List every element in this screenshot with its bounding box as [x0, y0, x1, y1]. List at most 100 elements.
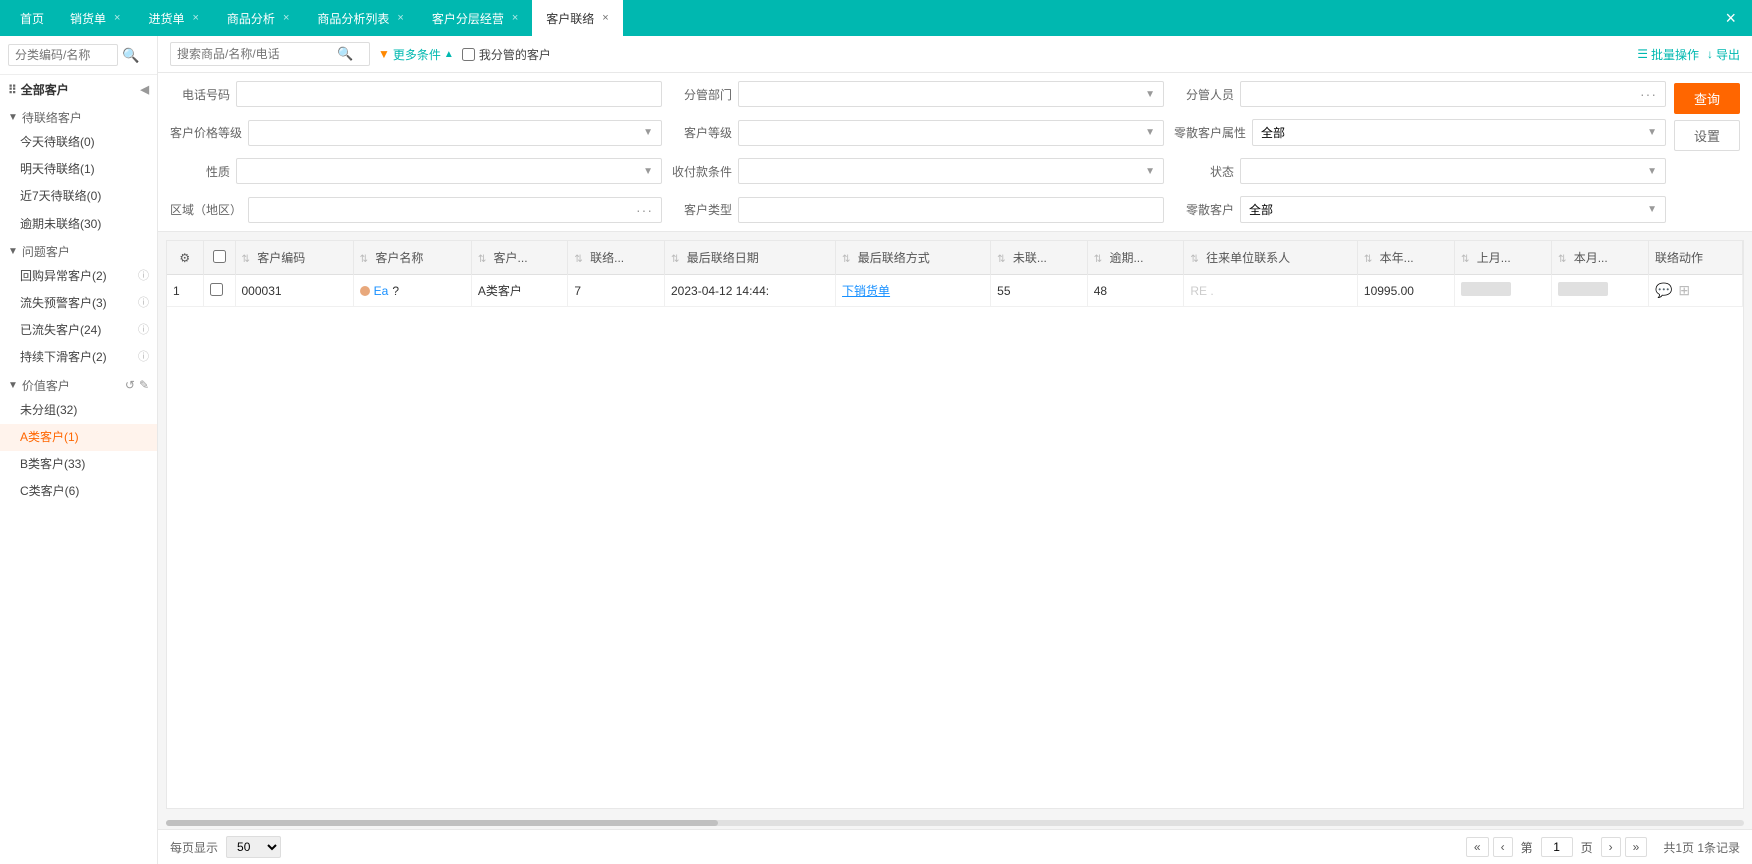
filter-customer-level-dropdown[interactable]: ▼	[738, 120, 1164, 146]
horizontal-scrollbar[interactable]	[158, 817, 1752, 829]
filter-row-2: 客户价格等级 ▼ 客户等级 ▼	[170, 119, 1666, 146]
edit-icon[interactable]: ✎	[139, 378, 149, 392]
export-button[interactable]: ↓ 导出	[1707, 46, 1740, 63]
sidebar: 🔍 ⠿ 全部客户 ◀ ▼ 待联络客户 今天待联络(0) 明天待联络(1) 近7天…	[0, 36, 158, 864]
nav-tab-purchase[interactable]: 进货单 ×	[134, 0, 212, 36]
per-page-select[interactable]: 50 100 200	[226, 836, 281, 858]
col-last-contact-date[interactable]: ⇅ 最后联络日期	[665, 241, 836, 275]
sidebar-item-churn-warning[interactable]: 流失预警客户(3) ⓘ	[0, 290, 157, 317]
filter-dept-dropdown[interactable]: ▼	[738, 81, 1164, 107]
contact-method-link[interactable]: 下销货单	[842, 284, 890, 298]
filter-region-input[interactable]: ···	[248, 197, 662, 223]
customer-name[interactable]: Ea	[374, 284, 389, 298]
nav-close-purchase[interactable]: ×	[192, 12, 198, 24]
filter-more-conditions[interactable]: ▼ 更多条件 ▲	[378, 46, 454, 63]
sidebar-item-7days-contact[interactable]: 近7天待联络(0)	[0, 183, 157, 210]
nav-tab-goods-analysis-list[interactable]: 商品分析列表 ×	[303, 0, 417, 36]
sidebar-item-repurchase-abnormal[interactable]: 回购异常客户(2) ⓘ	[0, 263, 157, 290]
col-contact-count[interactable]: ⇅ 联络...	[568, 241, 665, 275]
prev-page-btn[interactable]: ‹	[1493, 837, 1513, 857]
next-page-btn[interactable]: ›	[1601, 837, 1621, 857]
filter-payment-dropdown[interactable]: ▼	[738, 158, 1164, 184]
col-customer-code[interactable]: ⇅ 客户编码	[235, 241, 353, 275]
filter-retail-attr-dropdown[interactable]: 全部 ▼	[1252, 119, 1666, 146]
sidebar-item-a-class[interactable]: A类客户(1)	[0, 424, 157, 451]
batch-op-button[interactable]: ☰ 批量操作	[1637, 46, 1699, 63]
col-year-label: 本年...	[1380, 251, 1414, 265]
collapse-icon[interactable]: ◀	[141, 83, 149, 96]
nav-tab-goods-analysis[interactable]: 商品分析 ×	[213, 0, 303, 36]
filter-search-icon[interactable]: 🔍	[337, 46, 353, 62]
sidebar-item-churned[interactable]: 已流失客户(24) ⓘ	[0, 317, 157, 344]
filter-price-level-dropdown[interactable]: ▼	[248, 120, 662, 146]
nav-close-customer-layer[interactable]: ×	[512, 12, 518, 24]
nav-tab-home[interactable]: 首页	[8, 0, 56, 36]
info-icon-churned: ⓘ	[138, 322, 149, 340]
nav-close-sales[interactable]: ×	[114, 12, 120, 24]
col-checkbox	[203, 241, 235, 275]
row-checkbox[interactable]	[210, 283, 223, 296]
col-unit-contact[interactable]: ⇅ 往来单位联系人	[1184, 241, 1358, 275]
my-customers-checkbox[interactable]	[462, 48, 475, 61]
filter-row-1: 电话号码 分管部门 ▼	[170, 81, 1666, 107]
filter-customer-type-input[interactable]	[738, 197, 1164, 223]
page-input[interactable]	[1541, 837, 1573, 857]
sidebar-search-icon[interactable]: 🔍	[122, 47, 139, 64]
info-icon-churn-warning: ⓘ	[138, 295, 149, 313]
sidebar-item-today-contact[interactable]: 今天待联络(0)	[0, 129, 157, 156]
qr-action-icon[interactable]: ⊞	[1678, 282, 1690, 299]
settings-button[interactable]: 设置	[1674, 120, 1740, 151]
col-overdue-days[interactable]: ⇅ 逾期...	[1087, 241, 1184, 275]
col-name-label: 客户名称	[375, 251, 423, 265]
col-current-year[interactable]: ⇅ 本年...	[1357, 241, 1454, 275]
nav-tab-sales[interactable]: 销货单 ×	[56, 0, 134, 36]
retail-customer-dropdown-arrow: ▼	[1647, 204, 1657, 215]
col-last-month[interactable]: ⇅ 上月...	[1454, 241, 1551, 275]
filter-status-dropdown[interactable]: ▼	[1240, 158, 1666, 184]
sidebar-item-ungrouped[interactable]: 未分组(32)	[0, 397, 157, 424]
refresh-icon[interactable]: ↺	[125, 378, 135, 392]
nav-tab-customer-contact[interactable]: 客户联络 ×	[532, 0, 622, 36]
filter-nature-dropdown[interactable]: ▼	[236, 158, 662, 184]
filter-search-input[interactable]	[177, 47, 337, 61]
select-all-checkbox[interactable]	[213, 250, 226, 263]
row-action-buttons: 💬 ⊞	[1655, 282, 1736, 299]
first-page-btn[interactable]: «	[1466, 837, 1489, 857]
col-last-contact-method[interactable]: ⇅ 最后联络方式	[836, 241, 991, 275]
query-button[interactable]: 查询	[1674, 83, 1740, 114]
row-last-month	[1454, 275, 1551, 307]
col-customer-type[interactable]: ⇅ 客户...	[471, 241, 568, 275]
col-settings[interactable]: ⚙	[167, 241, 203, 275]
nav-close-customer-contact[interactable]: ×	[602, 12, 608, 24]
nav-tab-customer-contact-label: 客户联络	[546, 10, 594, 27]
row-actions-cell: 💬 ⊞	[1648, 275, 1742, 307]
nav-close-goods-analysis-list[interactable]: ×	[397, 12, 403, 24]
sidebar-item-b-class[interactable]: B类客户(33)	[0, 451, 157, 478]
scrollbar-thumb[interactable]	[166, 820, 718, 826]
sidebar-item-c-class[interactable]: C类客户(6)	[0, 478, 157, 505]
row-code: 000031	[235, 275, 353, 307]
sidebar-item-declining[interactable]: 持续下滑客户(2) ⓘ	[0, 344, 157, 371]
sort-icon-overdue: ⇅	[1094, 254, 1102, 265]
all-customers-label: 全部客户	[21, 81, 69, 98]
total-records: 共1页 1条记录	[1663, 839, 1740, 856]
nav-close-all[interactable]: ×	[1717, 8, 1744, 29]
row-customer-type: A类客户	[471, 275, 568, 307]
nav-close-goods-analysis[interactable]: ×	[283, 12, 289, 24]
last-page-btn[interactable]: »	[1625, 837, 1648, 857]
sidebar-search-input[interactable]	[8, 44, 118, 66]
sidebar-group-problem-customers[interactable]: ▼ 问题客户	[0, 238, 157, 263]
filter-retail-customer-dropdown[interactable]: 全部 ▼	[1240, 196, 1666, 223]
col-no-contact-days[interactable]: ⇅ 未联...	[991, 241, 1088, 275]
sidebar-item-tomorrow-contact[interactable]: 明天待联络(1)	[0, 156, 157, 183]
sidebar-all-customers[interactable]: ⠿ 全部客户 ◀	[0, 75, 157, 104]
sidebar-item-overdue-contact[interactable]: 逾期未联络(30)	[0, 211, 157, 238]
sidebar-group-pending-contact[interactable]: ▼ 待联络客户	[0, 104, 157, 129]
filter-manager-input[interactable]: ···	[1240, 81, 1666, 107]
col-customer-name[interactable]: ⇅ 客户名称	[353, 241, 471, 275]
nav-tab-customer-layer[interactable]: 客户分层经营 ×	[418, 0, 532, 36]
filter-status-label: 状态	[1174, 163, 1234, 180]
filter-phone-input[interactable]	[236, 81, 662, 107]
col-current-month[interactable]: ⇅ 本月...	[1551, 241, 1648, 275]
chat-action-icon[interactable]: 💬	[1655, 282, 1672, 299]
